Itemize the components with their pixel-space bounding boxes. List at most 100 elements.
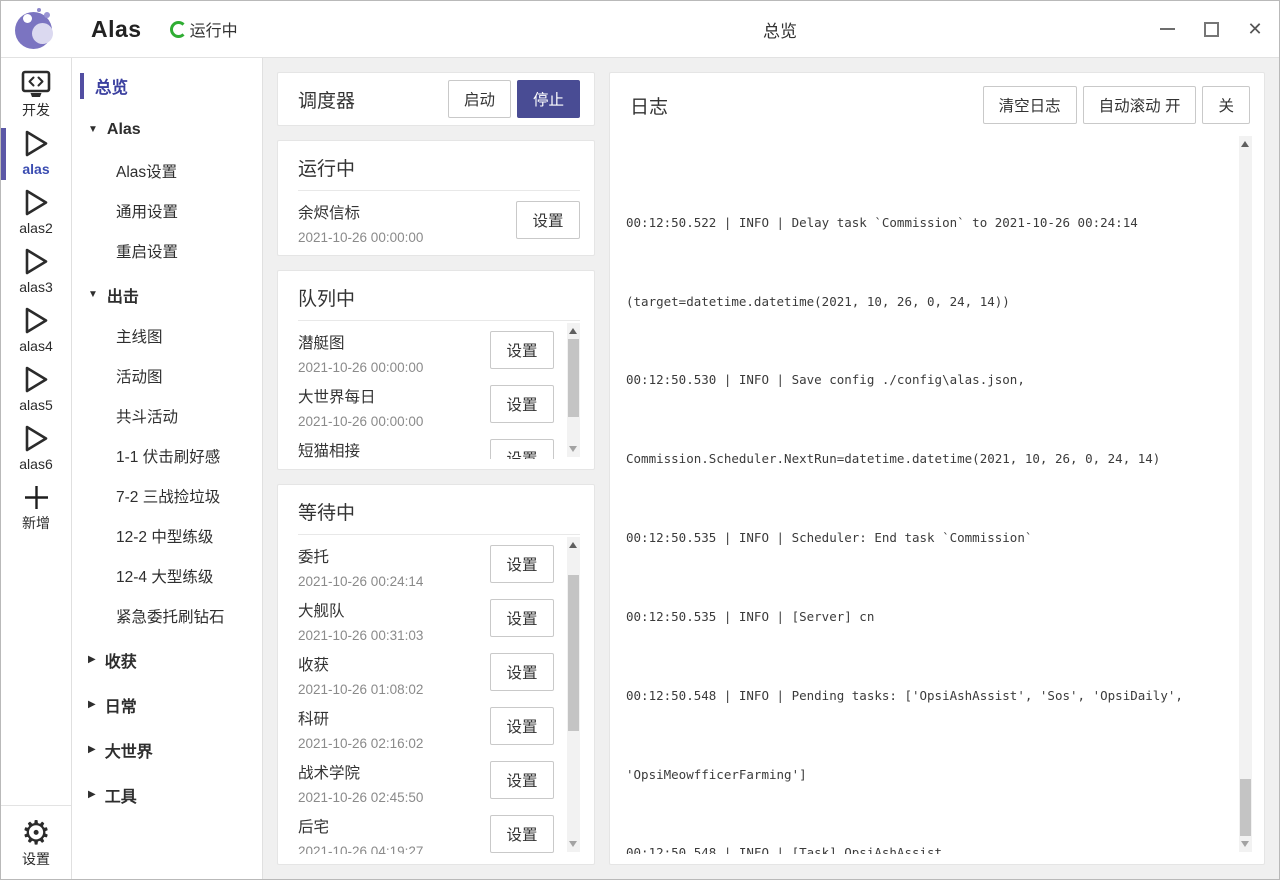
scroll-up-arrow-icon[interactable] — [1241, 141, 1249, 147]
scrollbar-thumb[interactable] — [568, 339, 579, 417]
play-icon — [21, 185, 52, 220]
task-row: 战术学院 2021-10-26 02:45:50 设置 — [298, 751, 554, 805]
scroll-down-arrow-icon[interactable] — [1241, 841, 1249, 847]
task-settings-button[interactable]: 设置 — [490, 599, 554, 637]
menu-group-header[interactable]: ▶ 日常 — [72, 683, 262, 726]
task-name: 收获 — [298, 653, 480, 675]
menu-item[interactable]: 活动图 — [72, 356, 262, 396]
sidebar-settings-item[interactable]: ⚙ 设置 — [1, 812, 71, 871]
scroll-down-arrow-icon[interactable] — [569, 446, 577, 452]
sidebar-instance-item[interactable]: 新增 — [1, 476, 71, 535]
titlebar: Alas 运行中 总览 ✕ — [1, 1, 1279, 58]
triangle-icon: ▼ — [88, 124, 98, 135]
task-settings-button[interactable]: 设置 — [490, 439, 554, 459]
maximize-button[interactable] — [1189, 1, 1233, 57]
menu-item[interactable]: 通用设置 — [72, 191, 262, 231]
menu-item[interactable]: 紧急委托刷钻石 — [72, 596, 262, 636]
menu-group: ▶ 工具 — [72, 773, 262, 816]
sidebar-instance-label: alas6 — [19, 456, 52, 473]
task-name: 科研 — [298, 707, 480, 729]
log-line: 00:12:50.535 | INFO | Scheduler: End tas… — [626, 528, 1226, 548]
menu-item[interactable]: 共斗活动 — [72, 396, 262, 436]
minimize-button[interactable] — [1145, 1, 1189, 57]
scheduler-title: 调度器 — [298, 86, 442, 113]
task-row: 潜艇图 2021-10-26 00:00:00 设置 — [298, 321, 554, 375]
scrollbar[interactable] — [567, 323, 580, 457]
menu-item[interactable]: 主线图 — [72, 316, 262, 356]
scroll-up-arrow-icon[interactable] — [569, 328, 577, 334]
task-settings-button[interactable]: 设置 — [490, 331, 554, 369]
task-settings-button[interactable]: 设置 — [490, 653, 554, 691]
menu-group: ▶ 日常 — [72, 683, 262, 726]
status-label: 运行中 — [190, 17, 238, 41]
play-icon — [21, 303, 52, 338]
waiting-card: 等待中 委托 2021-10-26 00:24:14 — [277, 484, 595, 865]
log-output[interactable]: 00:12:50.522 | INFO | Delay task `Commis… — [626, 134, 1252, 854]
sidebar-instance-item[interactable]: alas5 — [1, 358, 71, 417]
triangle-icon: ▶ — [88, 654, 96, 665]
triangle-icon: ▶ — [88, 789, 96, 800]
task-settings-button[interactable]: 设置 — [516, 201, 580, 239]
menu-item-overview[interactable]: 总览 — [72, 68, 262, 104]
task-settings-button[interactable]: 设置 — [490, 385, 554, 423]
task-row: 短猫相接 2021-10-26 00:00:00 设置 — [298, 429, 554, 459]
menu-item[interactable]: 重启设置 — [72, 231, 262, 271]
queue-card: 队列中 潜艇图 2021-10-26 00:00:00 — [277, 270, 595, 470]
sidebar-instance-item[interactable]: alas2 — [1, 181, 71, 240]
sidebar-instance-item[interactable]: alas3 — [1, 240, 71, 299]
scrollbar[interactable] — [1239, 136, 1252, 852]
maximize-icon — [1204, 22, 1219, 37]
clear-log-button[interactable]: 清空日志 — [983, 86, 1077, 124]
play-icon — [21, 126, 52, 161]
sidebar-instance-label: alas3 — [19, 279, 52, 296]
menu-group-header[interactable]: ▼ Alas — [72, 108, 262, 151]
menu-group-label: 出击 — [107, 283, 139, 307]
stop-button[interactable]: 停止 — [517, 80, 580, 118]
main-area: 调度器 启动 停止 运行中 余烬信标 — [263, 58, 1279, 879]
task-settings-button[interactable]: 设置 — [490, 761, 554, 799]
task-settings-button[interactable]: 设置 — [490, 545, 554, 583]
code-icon — [19, 67, 53, 102]
sidebar-instance-item[interactable]: alas6 — [1, 417, 71, 476]
task-settings-button[interactable]: 设置 — [490, 707, 554, 745]
menu-item[interactable]: 7-2 三战捡垃圾 — [72, 476, 262, 516]
task-time: 2021-10-26 00:00:00 — [298, 360, 480, 375]
sidebar-instance-item[interactable]: alas4 — [1, 299, 71, 358]
menu-item[interactable]: 12-4 大型练级 — [72, 556, 262, 596]
app-window: Alas 运行中 总览 ✕ 开发 alas — [0, 0, 1280, 880]
task-name: 大世界每日 — [298, 385, 480, 407]
menu-item[interactable]: Alas设置 — [72, 151, 262, 191]
menu-group: ▶ 大世界 — [72, 728, 262, 771]
menu-group-header[interactable]: ▶ 大世界 — [72, 728, 262, 771]
task-row: 大世界每日 2021-10-26 00:00:00 设置 — [298, 375, 554, 429]
scroll-up-arrow-icon[interactable] — [569, 542, 577, 548]
sidebar-instance-item[interactable]: alas — [1, 122, 71, 181]
close-button[interactable]: ✕ — [1233, 1, 1277, 57]
task-time: 2021-10-26 02:16:02 — [298, 736, 480, 751]
sidebar-instance-label: 开发 — [22, 102, 50, 119]
sidebar-instance-label: 新增 — [22, 515, 50, 532]
log-line: 00:12:50.535 | INFO | [Server] cn — [626, 607, 1226, 627]
task-settings-button[interactable]: 设置 — [490, 815, 554, 853]
scrollbar[interactable] — [567, 537, 580, 852]
autoscroll-on-button[interactable]: 自动滚动 开 — [1083, 86, 1197, 124]
task-time: 2021-10-26 02:45:50 — [298, 790, 480, 805]
task-time: 2021-10-26 00:00:00 — [298, 230, 506, 245]
page-title: 总览 — [763, 17, 797, 42]
menu-group-header[interactable]: ▼ 出击 — [72, 273, 262, 316]
task-row: 余烬信标 2021-10-26 00:00:00 设置 — [298, 191, 580, 245]
scrollbar-thumb[interactable] — [1240, 779, 1251, 836]
start-button[interactable]: 启动 — [448, 80, 511, 118]
autoscroll-off-button[interactable]: 关 — [1202, 86, 1250, 124]
menu-item[interactable]: 1-1 伏击刷好感 — [72, 436, 262, 476]
sidebar-instance-item[interactable]: 开发 — [1, 63, 71, 122]
task-name: 潜艇图 — [298, 331, 480, 353]
menu-group-header[interactable]: ▶ 收获 — [72, 638, 262, 681]
minimize-icon — [1160, 28, 1175, 30]
scroll-down-arrow-icon[interactable] — [569, 841, 577, 847]
menu-item[interactable]: 12-2 中型练级 — [72, 516, 262, 556]
app-title: Alas — [91, 16, 142, 43]
menu-group-header[interactable]: ▶ 工具 — [72, 773, 262, 816]
scrollbar-thumb[interactable] — [568, 575, 579, 731]
log-line: 00:12:50.548 | INFO | [Task] OpsiAshAssi… — [626, 843, 1226, 854]
